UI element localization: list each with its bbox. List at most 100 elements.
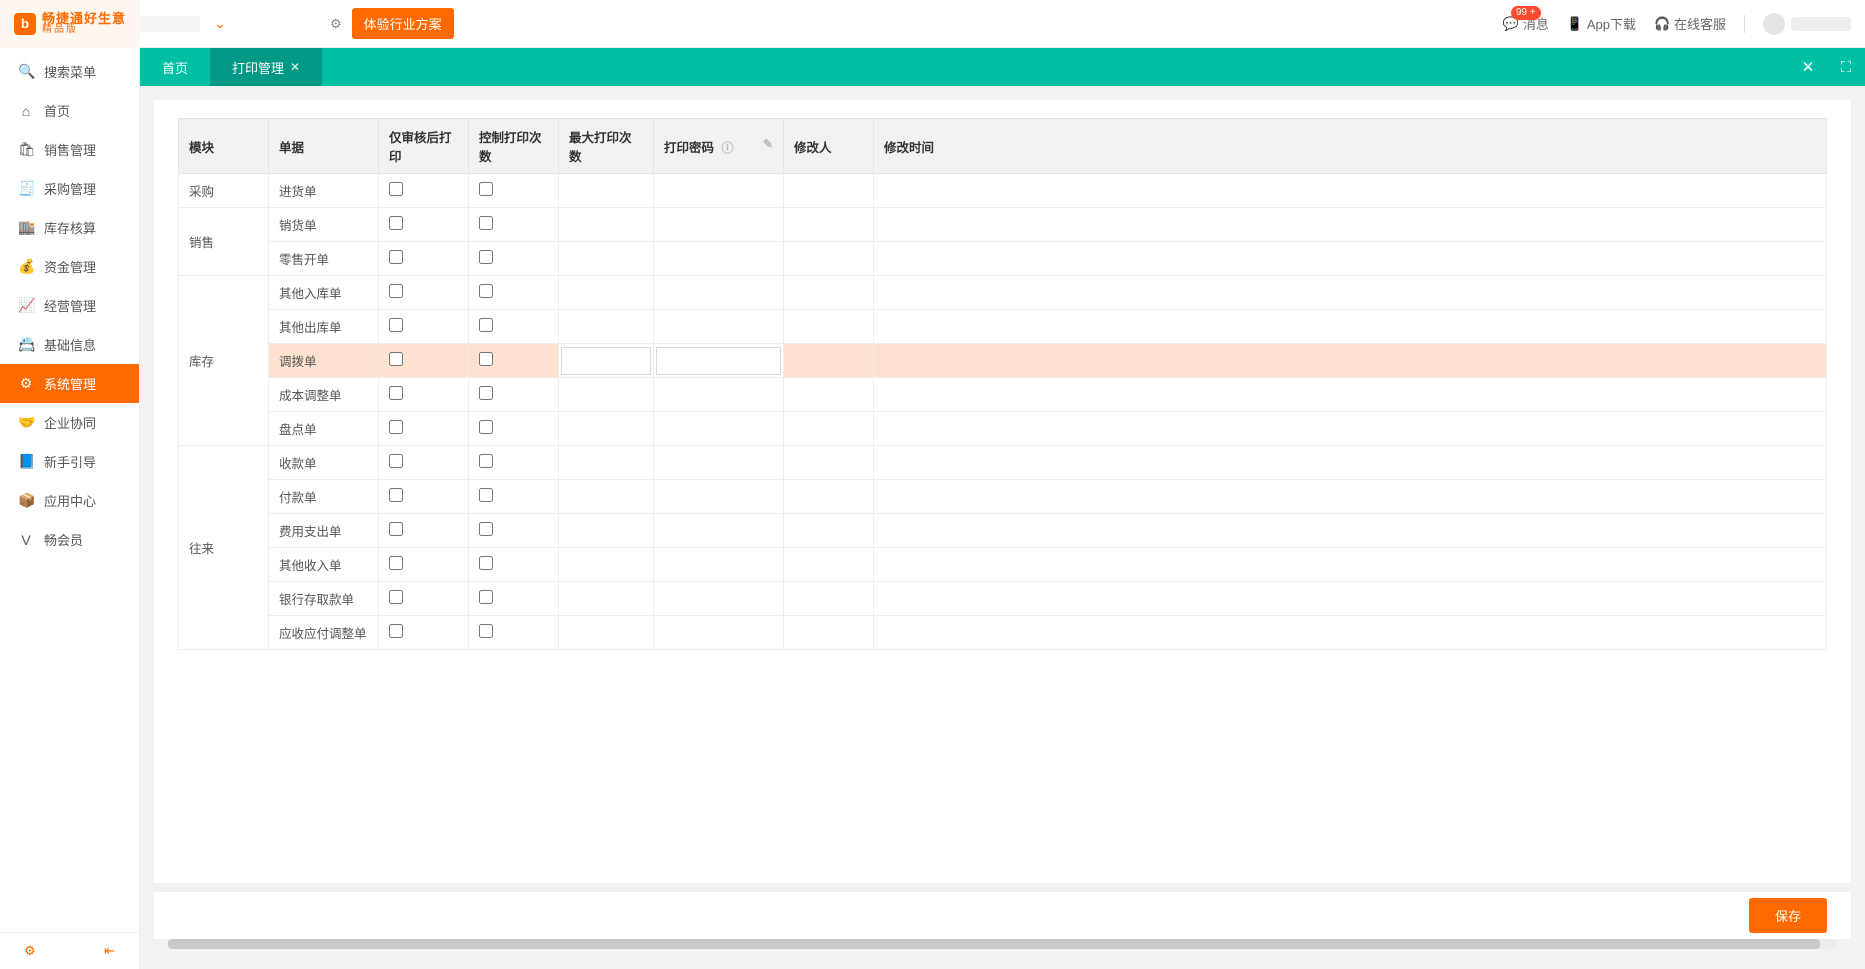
cell-max-count <box>559 276 654 310</box>
tab-1[interactable]: 打印管理 ✕ <box>210 48 322 86</box>
control-count-checkbox[interactable] <box>479 182 493 196</box>
user-menu[interactable] <box>1763 13 1851 35</box>
cell-max-count <box>559 582 654 616</box>
sidebar-item-5[interactable]: 💰资金管理 <box>0 247 139 286</box>
sidebar-item-icon: ⚙ <box>18 375 34 392</box>
scrollbar-thumb[interactable] <box>168 939 1820 949</box>
tab-close-all-icon[interactable]: ✕ <box>1789 48 1827 86</box>
save-button[interactable]: 保存 <box>1749 898 1827 933</box>
control-count-checkbox[interactable] <box>479 284 493 298</box>
only-after-audit-checkbox[interactable] <box>389 420 403 434</box>
cell-only-after-audit <box>379 514 469 548</box>
top-right-area: 99 + 💬 消息 📱 App下载 🎧 在线客服 <box>1503 13 1851 35</box>
only-after-audit-checkbox[interactable] <box>389 386 403 400</box>
messages-button[interactable]: 99 + 💬 消息 <box>1503 14 1549 33</box>
cell-control-count <box>469 514 559 548</box>
col-module: 模块 <box>179 119 269 174</box>
sidebar-collapse-icon[interactable]: ⇤ <box>104 943 115 959</box>
tab-label: 打印管理 <box>232 58 284 77</box>
sidebar-item-label: 应用中心 <box>44 491 96 510</box>
cell-only-after-audit <box>379 242 469 276</box>
sidebar-settings-icon[interactable]: ⚙ <box>24 943 36 959</box>
col-print-pwd-label: 打印密码 <box>664 141 714 155</box>
divider <box>1744 15 1745 33</box>
company-selector[interactable]: ⌄ <box>140 15 320 32</box>
sidebar-item-9[interactable]: 🤝企业协同 <box>0 403 139 442</box>
cell-print-pwd <box>654 616 784 650</box>
tab-fullscreen-icon[interactable]: ⛶ <box>1827 48 1865 86</box>
only-after-audit-checkbox[interactable] <box>389 556 403 570</box>
sidebar-item-1[interactable]: ⌂首页 <box>0 91 139 130</box>
tab-close-icon[interactable]: ✕ <box>290 60 300 74</box>
print-management-panel: 模块 单据 仅审核后打印 控制打印次数 最大打印次数 打印密码 ⓘ ✎ <box>154 100 1851 883</box>
sidebar-item-icon: 📦 <box>18 492 34 509</box>
only-after-audit-checkbox[interactable] <box>389 352 403 366</box>
sidebar-item-6[interactable]: 📈 经营管理 <box>0 286 139 325</box>
only-after-audit-checkbox[interactable] <box>389 522 403 536</box>
only-after-audit-checkbox[interactable] <box>389 284 403 298</box>
cell-print-pwd <box>654 412 784 446</box>
sidebar-item-8[interactable]: ⚙ 系统管理 <box>0 364 139 403</box>
cell-doc: 费用支出单 <box>269 514 379 548</box>
control-count-checkbox[interactable] <box>479 522 493 536</box>
control-count-checkbox[interactable] <box>479 590 493 604</box>
only-after-audit-checkbox[interactable] <box>389 318 403 332</box>
control-count-checkbox[interactable] <box>479 352 493 366</box>
cell-modify-time <box>874 446 1827 480</box>
cell-control-count <box>469 548 559 582</box>
online-support-label: 在线客服 <box>1674 14 1726 33</box>
control-count-checkbox[interactable] <box>479 556 493 570</box>
cell-only-after-audit <box>379 208 469 242</box>
max-count-input[interactable] <box>561 347 651 375</box>
only-after-audit-checkbox[interactable] <box>389 624 403 638</box>
only-after-audit-checkbox[interactable] <box>389 590 403 604</box>
control-count-checkbox[interactable] <box>479 488 493 502</box>
sidebar-item-label: 经营管理 <box>44 296 96 315</box>
control-count-checkbox[interactable] <box>479 420 493 434</box>
cell-doc: 调拨单 <box>269 344 379 378</box>
control-count-checkbox[interactable] <box>479 250 493 264</box>
cell-print-pwd <box>654 242 784 276</box>
col-control-count: 控制打印次数 <box>469 119 559 174</box>
control-count-checkbox[interactable] <box>479 624 493 638</box>
control-count-checkbox[interactable] <box>479 386 493 400</box>
table-row: 往来收款单 <box>179 446 1827 480</box>
trial-plan-button[interactable]: 体验行业方案 <box>352 8 454 39</box>
sidebar-item-11[interactable]: 📦 应用中心 <box>0 481 139 520</box>
sidebar-item-label: 系统管理 <box>44 374 96 393</box>
cell-modifier <box>784 208 874 242</box>
only-after-audit-checkbox[interactable] <box>389 182 403 196</box>
control-count-checkbox[interactable] <box>479 454 493 468</box>
sidebar-item-4[interactable]: 🏬库存核算 <box>0 208 139 247</box>
phone-icon: 📱 <box>1567 16 1583 32</box>
col-only-after-audit: 仅审核后打印 <box>379 119 469 174</box>
sidebar-item-label: 资金管理 <box>44 257 96 276</box>
control-count-checkbox[interactable] <box>479 216 493 230</box>
print-pwd-input[interactable] <box>656 347 781 375</box>
sidebar-item-10[interactable]: 📘新手引导 <box>0 442 139 481</box>
control-count-checkbox[interactable] <box>479 318 493 332</box>
only-after-audit-checkbox[interactable] <box>389 216 403 230</box>
horizontal-scrollbar[interactable] <box>168 939 1837 949</box>
online-support-button[interactable]: 🎧 在线客服 <box>1654 14 1726 33</box>
app-download-button[interactable]: 📱 App下载 <box>1567 14 1636 33</box>
cell-only-after-audit <box>379 582 469 616</box>
help-icon[interactable]: ⓘ <box>722 141 734 155</box>
sidebar-item-3[interactable]: 🧾采购管理 <box>0 169 139 208</box>
sidebar-item-2[interactable]: 🛍销售管理 <box>0 130 139 169</box>
sidebar-item-12[interactable]: V畅会员 <box>0 520 139 559</box>
only-after-audit-checkbox[interactable] <box>389 488 403 502</box>
col-modify-time: 修改时间 <box>874 119 1827 174</box>
edit-column-icon[interactable]: ✎ <box>763 137 773 151</box>
sidebar-item-7[interactable]: 📇基础信息 <box>0 325 139 364</box>
cell-max-count <box>559 378 654 412</box>
sidebar-item-0[interactable]: 🔍搜索菜单 <box>0 52 139 91</box>
sidebar-item-icon: 🛍 <box>18 141 34 158</box>
tab-0[interactable]: 首页 <box>140 48 210 86</box>
only-after-audit-checkbox[interactable] <box>389 250 403 264</box>
only-after-audit-checkbox[interactable] <box>389 454 403 468</box>
table-row: 费用支出单 <box>179 514 1827 548</box>
settings-gear-icon[interactable]: ⚙ <box>330 16 342 32</box>
sidebar-item-icon: 📈 <box>18 297 34 314</box>
top-bar: b 畅捷通好生意 精品版 ⌄ ⚙ 体验行业方案 99 + 💬 消息 📱 App下… <box>0 0 1865 48</box>
